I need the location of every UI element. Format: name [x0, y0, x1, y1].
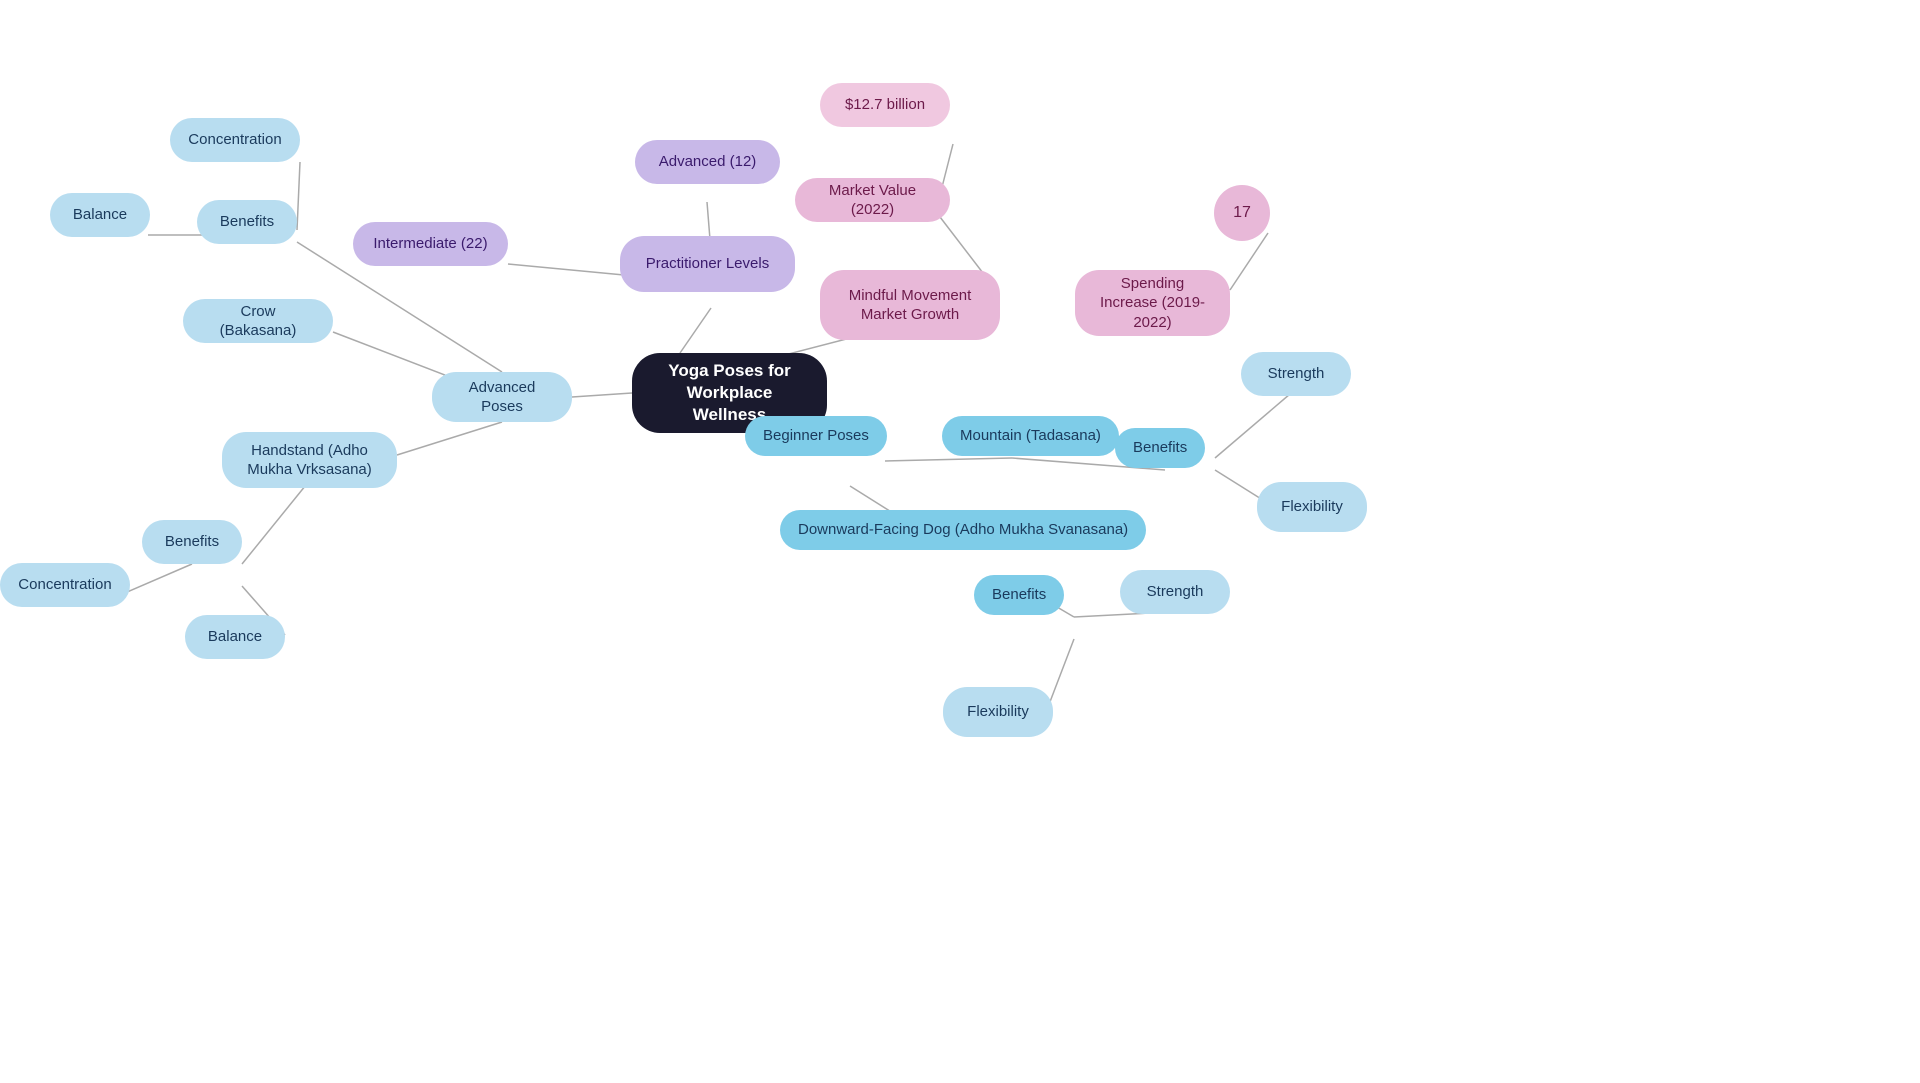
- intermediate-22-node[interactable]: Intermediate (22): [353, 222, 508, 266]
- balance-bot-node[interactable]: Balance: [185, 615, 285, 659]
- benefits-adv-node[interactable]: Benefits: [197, 200, 297, 244]
- strength-mtn-node[interactable]: Strength: [1241, 352, 1351, 396]
- downward-dog-node[interactable]: Downward-Facing Dog (Adho Mukha Svanasan…: [780, 510, 1146, 550]
- concentration-top-node[interactable]: Concentration: [170, 118, 300, 162]
- spending-increase-node[interactable]: Spending Increase (2019-2022): [1075, 270, 1230, 336]
- balance-top-node[interactable]: Balance: [50, 193, 150, 237]
- seventeen-node[interactable]: 17: [1214, 185, 1270, 241]
- beginner-poses-node[interactable]: Beginner Poses: [745, 416, 887, 456]
- handstand-node[interactable]: Handstand (Adho Mukha Vrksasana): [222, 432, 397, 488]
- strength-dd-node[interactable]: Strength: [1120, 570, 1230, 614]
- benefits-mtn-node[interactable]: Benefits: [1115, 428, 1205, 468]
- flexibility-mtn-node[interactable]: Flexibility: [1257, 482, 1367, 532]
- market-value-node[interactable]: Market Value (2022): [795, 178, 950, 222]
- crow-bakasana-node[interactable]: Crow (Bakasana): [183, 299, 333, 343]
- mountain-tadasana-node[interactable]: Mountain (Tadasana): [942, 416, 1119, 456]
- mindful-growth-node[interactable]: Mindful Movement Market Growth: [820, 270, 1000, 340]
- practitioner-levels-node[interactable]: Practitioner Levels: [620, 236, 795, 292]
- flexibility-dd-node[interactable]: Flexibility: [943, 687, 1053, 737]
- advanced-12-node[interactable]: Advanced (12): [635, 140, 780, 184]
- concentration-bot-node[interactable]: Concentration: [0, 563, 130, 607]
- benefits-hand-node[interactable]: Benefits: [142, 520, 242, 564]
- advanced-poses-node[interactable]: Advanced Poses: [432, 372, 572, 422]
- benefits-dd-node[interactable]: Benefits: [974, 575, 1064, 615]
- billion-node[interactable]: $12.7 billion: [820, 83, 950, 127]
